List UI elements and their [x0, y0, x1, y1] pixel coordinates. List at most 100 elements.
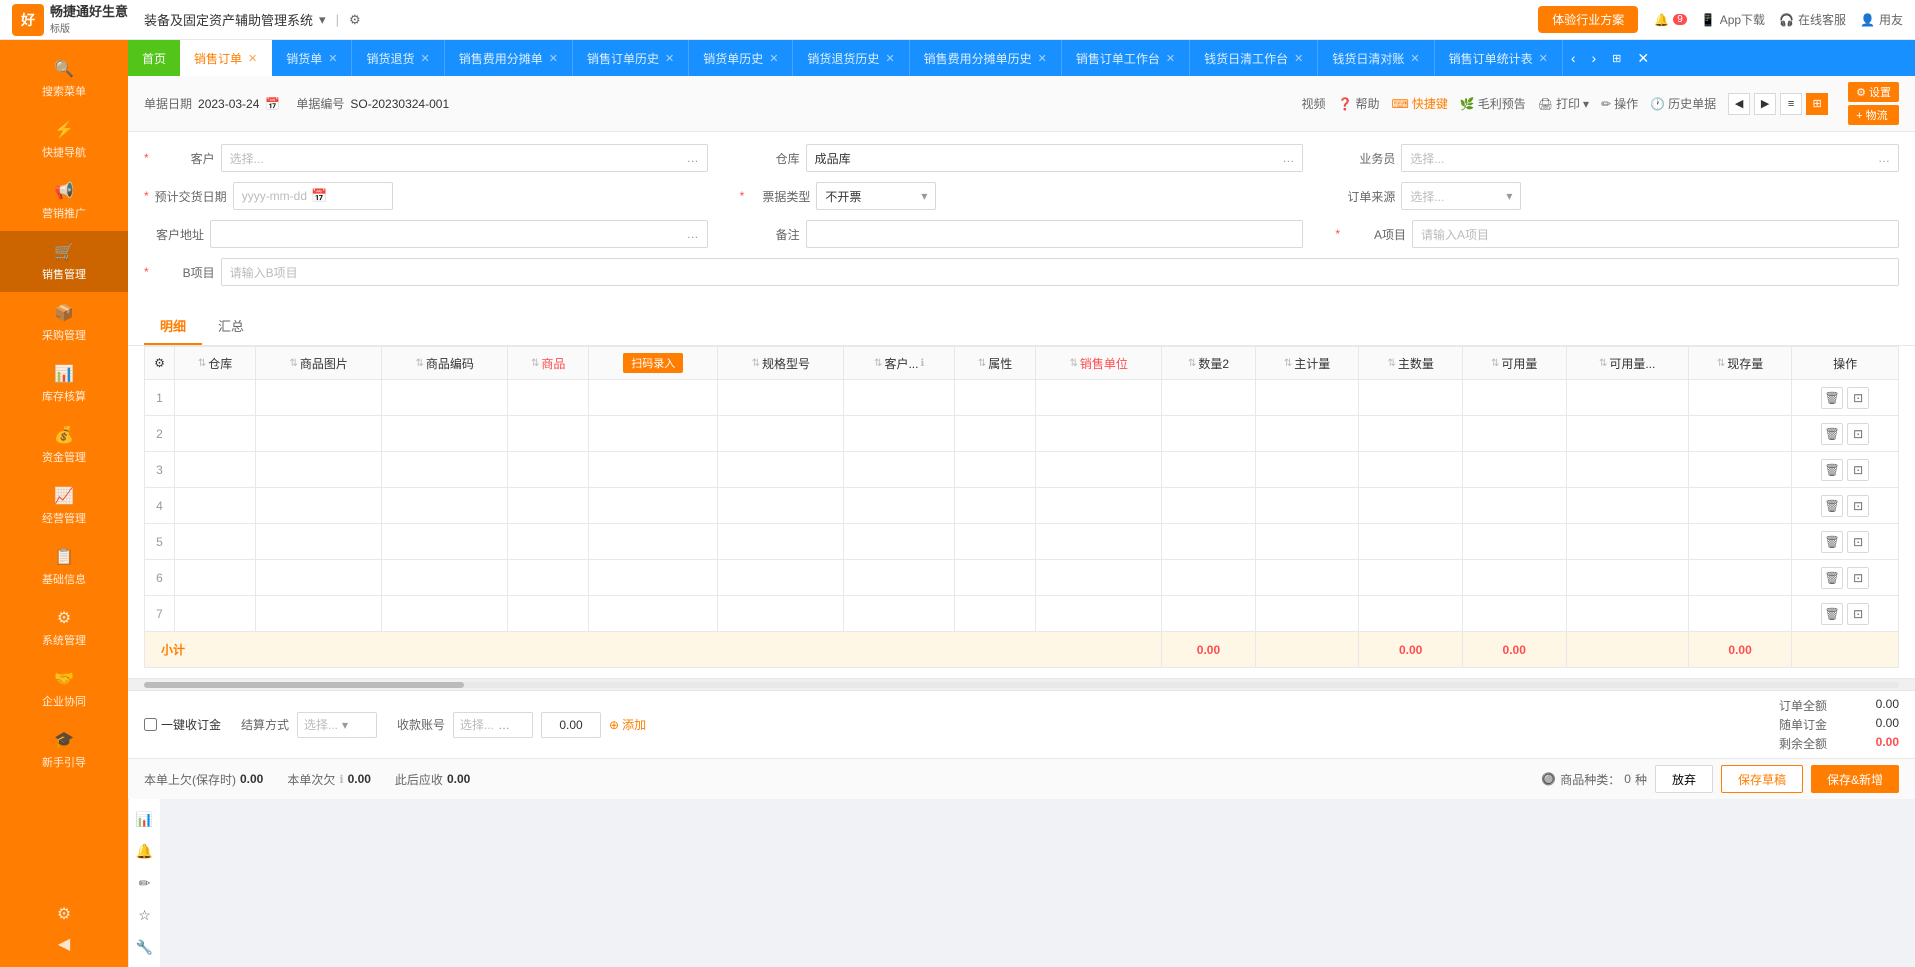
row-7-spec[interactable] [718, 596, 844, 632]
row-6-attr[interactable] [955, 560, 1036, 596]
tab-home[interactable]: 首页 [128, 40, 180, 76]
sidebar-item-marketing[interactable]: 📢 营销推广 [0, 170, 128, 231]
settings-btn[interactable]: ⚙ 设置 [1848, 82, 1899, 102]
save-draft-btn[interactable]: 保存草稿 [1721, 765, 1803, 793]
row-4-warehouse[interactable] [175, 488, 256, 524]
row-5-available[interactable] [1462, 524, 1566, 560]
solution-btn[interactable]: 体验行业方案 [1538, 6, 1638, 33]
row-6-image[interactable] [256, 560, 382, 596]
row-1-stock[interactable] [1688, 380, 1792, 416]
row-6-delete-btn[interactable]: 🗑 [1821, 567, 1843, 589]
save-new-btn[interactable]: 保存&新增 [1811, 765, 1899, 793]
tab-close-icon[interactable]: ✕ [248, 52, 257, 65]
staff-input[interactable]: 选择... … [1401, 144, 1899, 172]
row-4-qty2[interactable] [1162, 488, 1256, 524]
row-5-name[interactable] [508, 524, 589, 560]
settings-bottom-icon[interactable]: ⚙ [53, 903, 75, 925]
scroll-thumb[interactable] [144, 682, 464, 688]
row-3-unit[interactable] [1036, 452, 1162, 488]
tab-order-history[interactable]: 销售订单历史 ✕ [573, 40, 689, 76]
row-3-stock[interactable] [1688, 452, 1792, 488]
tab-daily-workbench[interactable]: 钱货日清工作台 ✕ [1190, 40, 1318, 76]
tab-summary[interactable]: 汇总 [202, 308, 260, 345]
row-1-available[interactable] [1462, 380, 1566, 416]
row-7-name[interactable] [508, 596, 589, 632]
row-7-main-unit[interactable] [1255, 596, 1359, 632]
row-2-image[interactable] [256, 416, 382, 452]
warehouse-input[interactable]: 成品库 … [806, 144, 1304, 172]
account-select[interactable]: 选择... … [453, 712, 533, 738]
sort-icon-10[interactable]: ⇅ [1284, 358, 1292, 369]
row-5-copy-btn[interactable]: ⊡ [1847, 531, 1869, 553]
row-3-customer-code[interactable] [844, 452, 955, 488]
row-5-main-unit[interactable] [1255, 524, 1359, 560]
method-select[interactable]: 选择... ▾ [297, 712, 377, 738]
invoice-select[interactable]: 不开票 ▾ [816, 182, 936, 210]
row-7-customer-code[interactable] [844, 596, 955, 632]
sort-icon-7[interactable]: ⇅ [978, 358, 986, 369]
row-5-customer-code[interactable] [844, 524, 955, 560]
row-2-warehouse[interactable] [175, 416, 256, 452]
remark-input[interactable] [806, 220, 1304, 248]
list-view-btn[interactable]: ≡ [1780, 93, 1802, 115]
right-panel-star-icon[interactable]: ☆ [133, 903, 157, 927]
row-3-qty2[interactable] [1162, 452, 1256, 488]
user-menu[interactable]: 👤 用友 [1860, 11, 1903, 28]
tab-invoice-history[interactable]: 销货单历史 ✕ [689, 40, 793, 76]
row-2-qty2[interactable] [1162, 416, 1256, 452]
sidebar-item-nav[interactable]: ⚡ 快捷导航 [0, 109, 128, 170]
sidebar-item-operations[interactable]: 📈 经营管理 [0, 475, 128, 536]
add-payment-btn[interactable]: ⊕ 添加 [609, 716, 646, 733]
sidebar-item-finance[interactable]: 💰 资金管理 [0, 414, 128, 475]
row-5-code[interactable] [382, 524, 508, 560]
row-2-unit[interactable] [1036, 416, 1162, 452]
row-7-stock[interactable] [1688, 596, 1792, 632]
grid-view-btn[interactable]: ⊞ [1806, 93, 1828, 115]
address-input[interactable]: … [210, 220, 708, 248]
sort-icon-13[interactable]: ⇅ [1599, 358, 1607, 369]
tab-close-reconcile-icon[interactable]: ✕ [1410, 52, 1419, 65]
row-6-copy-btn[interactable]: ⊡ [1847, 567, 1869, 589]
row-4-spec[interactable] [718, 488, 844, 524]
goods-count[interactable]: 🔘 商品种类： 0 种 [1541, 765, 1647, 793]
tab-expand-btn[interactable]: ⊞ [1604, 52, 1629, 65]
row-7-warehouse[interactable] [175, 596, 256, 632]
tab-close-cost-history-icon[interactable]: ✕ [1038, 52, 1047, 65]
sidebar-item-sales[interactable]: 🛒 销售管理 [0, 231, 128, 292]
row-6-main-unit[interactable] [1255, 560, 1359, 596]
row-3-copy-btn[interactable]: ⊡ [1847, 459, 1869, 481]
row-3-code[interactable] [382, 452, 508, 488]
row-1-attr[interactable] [955, 380, 1036, 416]
settings-icon[interactable]: ⚙ [349, 12, 361, 28]
tab-next-btn[interactable]: › [1584, 50, 1605, 66]
row-7-main-qty[interactable] [1359, 596, 1463, 632]
tab-sales-invoice[interactable]: 销货单 ✕ [272, 40, 352, 76]
right-panel-chart-icon[interactable]: 📊 [133, 807, 157, 831]
row-1-image[interactable] [256, 380, 382, 416]
sort-icon-2[interactable]: ⇅ [289, 358, 297, 369]
row-5-qty2[interactable] [1162, 524, 1256, 560]
row-4-stock[interactable] [1688, 488, 1792, 524]
row-6-available2[interactable] [1566, 560, 1688, 596]
row-4-available[interactable] [1462, 488, 1566, 524]
row-1-customer-code[interactable] [844, 380, 955, 416]
row-2-copy-btn[interactable]: ⊡ [1847, 423, 1869, 445]
row-3-attr[interactable] [955, 452, 1036, 488]
online-service[interactable]: 🎧 在线客服 [1779, 11, 1846, 28]
row-4-unit[interactable] [1036, 488, 1162, 524]
tab-close-return-history-icon[interactable]: ✕ [885, 52, 894, 65]
curr-debt-info-icon[interactable]: ℹ [339, 773, 343, 786]
row-4-name[interactable] [508, 488, 589, 524]
row-1-unit[interactable] [1036, 380, 1162, 416]
row-5-stock[interactable] [1688, 524, 1792, 560]
row-4-code[interactable] [382, 488, 508, 524]
tab-close-sales-invoice-icon[interactable]: ✕ [328, 52, 337, 65]
sidebar-item-guide[interactable]: 🎓 新手引导 [0, 719, 128, 780]
tab-detail[interactable]: 明细 [144, 308, 202, 345]
help-btn[interactable]: ❓ 帮助 [1338, 95, 1380, 112]
customer-input[interactable]: 选择... … [221, 144, 708, 172]
tab-close-order-workbench-icon[interactable]: ✕ [1166, 52, 1175, 65]
row-7-code[interactable] [382, 596, 508, 632]
row-7-unit[interactable] [1036, 596, 1162, 632]
row-6-spec[interactable] [718, 560, 844, 596]
